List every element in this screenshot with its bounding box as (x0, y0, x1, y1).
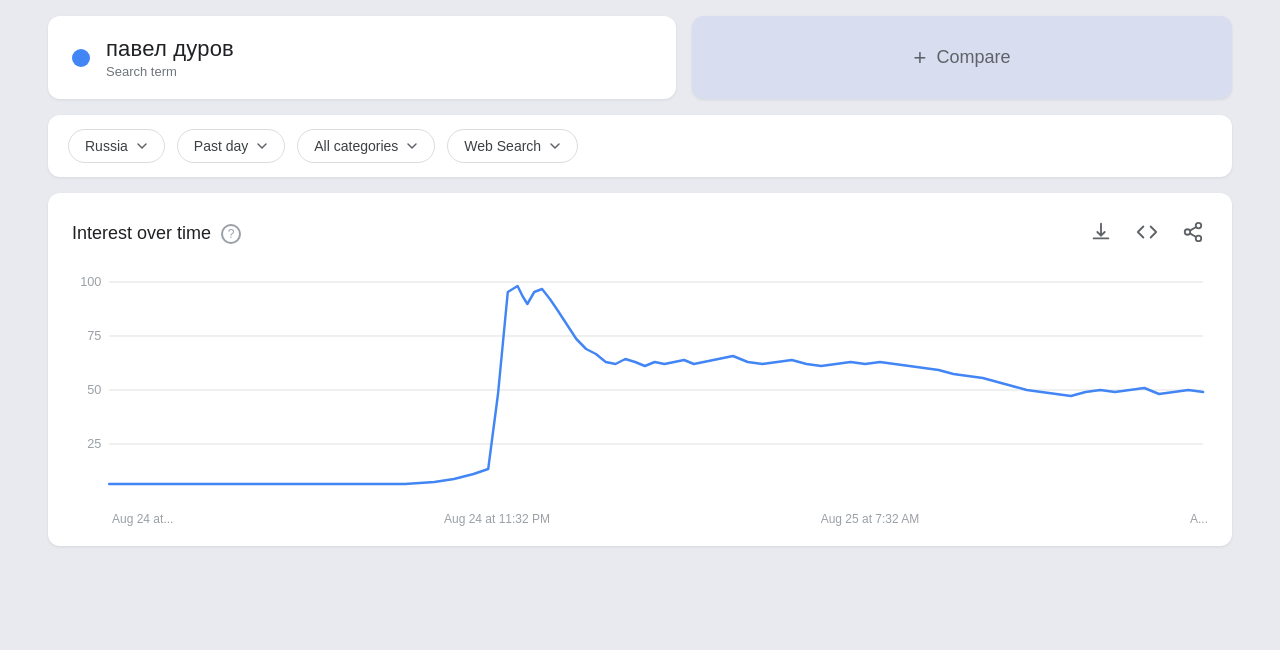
download-button[interactable] (1086, 217, 1116, 250)
filters-section: Russia Past day All categories Web Searc… (48, 115, 1232, 177)
svg-point-1 (1185, 229, 1191, 235)
search-term-main: павел дуров (106, 36, 234, 62)
search-term-dot (72, 49, 90, 67)
search-type-filter-label: Web Search (464, 138, 541, 154)
x-label-start: Aug 24 at... (112, 512, 173, 526)
chevron-down-icon (406, 140, 418, 152)
top-section: павел дуров Search term + Compare (48, 16, 1232, 99)
search-term-label: Search term (106, 64, 234, 79)
search-term-text-group: павел дуров Search term (106, 36, 234, 79)
svg-text:25: 25 (87, 436, 101, 451)
chevron-down-icon (136, 140, 148, 152)
search-type-filter[interactable]: Web Search (447, 129, 578, 163)
chevron-down-icon (256, 140, 268, 152)
country-filter-label: Russia (85, 138, 128, 154)
x-label-end: A... (1190, 512, 1208, 526)
chevron-down-icon (549, 140, 561, 152)
compare-label: Compare (936, 47, 1010, 68)
period-filter[interactable]: Past day (177, 129, 285, 163)
svg-point-2 (1196, 236, 1202, 242)
svg-text:75: 75 (87, 328, 101, 343)
chart-actions (1086, 217, 1208, 250)
embed-icon (1136, 221, 1158, 243)
country-filter[interactable]: Russia (68, 129, 165, 163)
x-label-mid2: Aug 25 at 7:32 AM (821, 512, 920, 526)
svg-text:100: 100 (80, 274, 101, 289)
help-icon[interactable]: ? (221, 224, 241, 244)
category-filter-label: All categories (314, 138, 398, 154)
chart-header: Interest over time ? (72, 217, 1208, 250)
svg-point-0 (1196, 223, 1202, 229)
share-icon (1182, 221, 1204, 243)
interest-chart: 100 75 50 25 (72, 274, 1208, 504)
embed-button[interactable] (1132, 217, 1162, 250)
download-icon (1090, 221, 1112, 243)
chart-card: Interest over time ? (48, 193, 1232, 546)
x-axis-labels: Aug 24 at... Aug 24 at 11:32 PM Aug 25 a… (72, 512, 1208, 526)
period-filter-label: Past day (194, 138, 248, 154)
chart-title-group: Interest over time ? (72, 223, 241, 244)
chart-title: Interest over time (72, 223, 211, 244)
svg-text:50: 50 (87, 382, 101, 397)
search-term-card: павел дуров Search term (48, 16, 676, 99)
x-label-mid1: Aug 24 at 11:32 PM (444, 512, 550, 526)
chart-area: 100 75 50 25 (72, 274, 1208, 504)
share-button[interactable] (1178, 217, 1208, 250)
category-filter[interactable]: All categories (297, 129, 435, 163)
compare-card[interactable]: + Compare (692, 16, 1232, 99)
compare-plus-icon: + (914, 45, 927, 71)
